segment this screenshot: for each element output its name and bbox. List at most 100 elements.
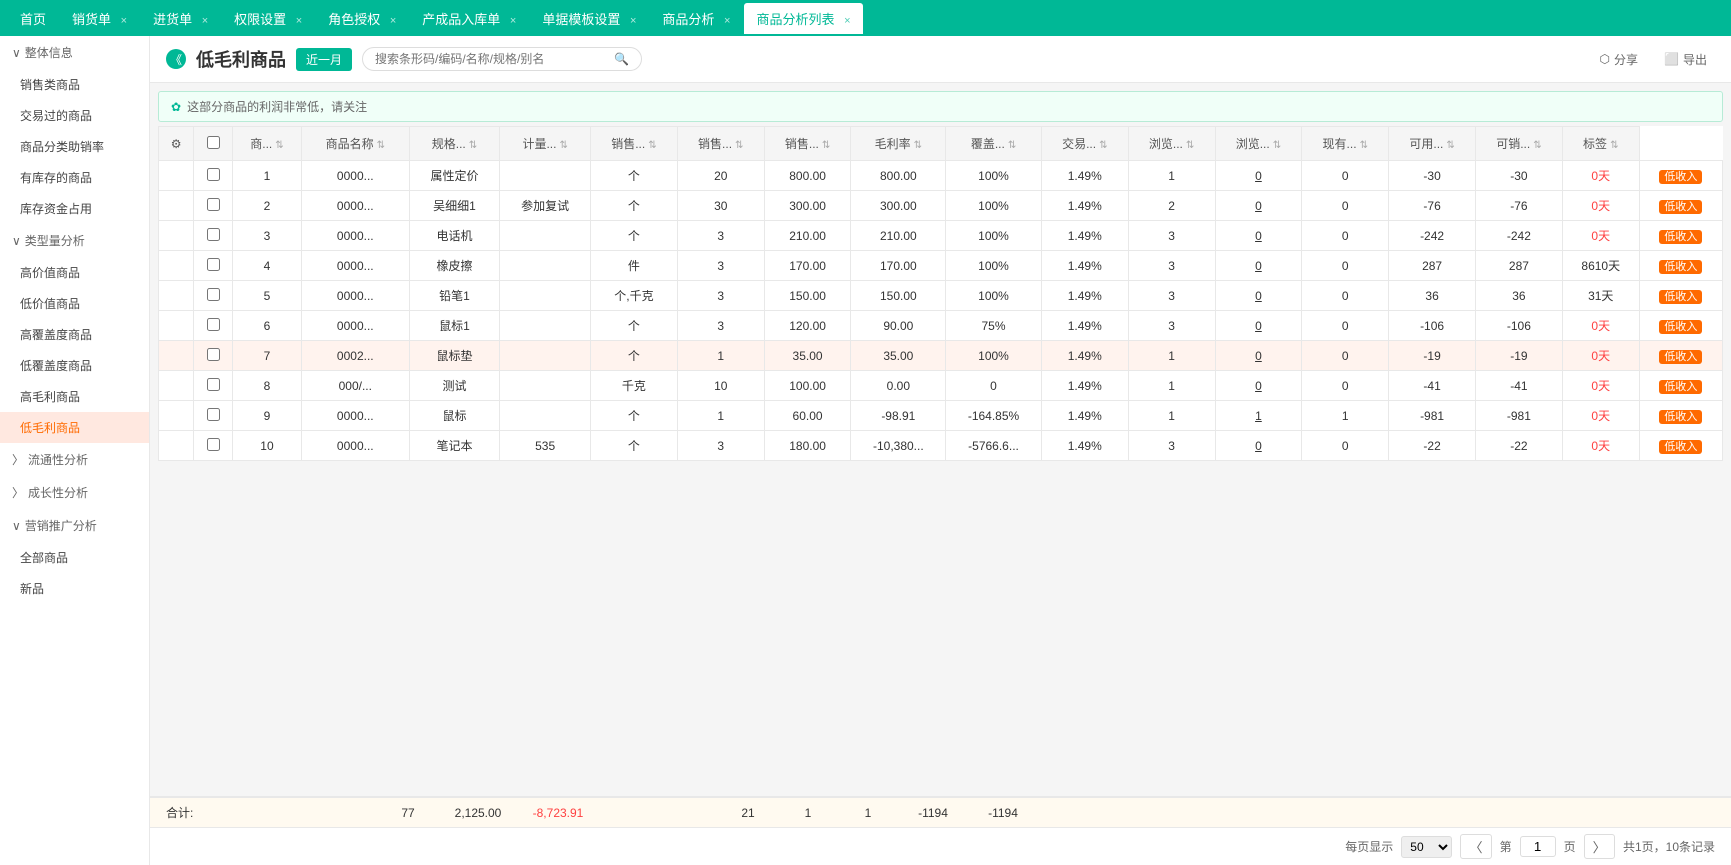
row-browse1[interactable]: 1	[1215, 401, 1302, 431]
row-select-checkbox[interactable]	[207, 168, 220, 181]
col-salable[interactable]: 可销...⇅	[1476, 127, 1563, 161]
row-select-checkbox[interactable]	[207, 288, 220, 301]
table-row: 9 0000... 鼠标 个 1 60.00 -98.91 -164.85% 1…	[159, 401, 1723, 431]
row-select-checkbox[interactable]	[207, 408, 220, 421]
col-tag[interactable]: 标签⇅	[1562, 127, 1639, 161]
nav-product-analysis-list[interactable]: 商品分析列表 ×	[744, 3, 862, 34]
close-icon[interactable]: ×	[390, 15, 396, 27]
row-select-checkbox[interactable]	[207, 198, 220, 211]
col-name[interactable]: 商品名称⇅	[301, 127, 409, 161]
row-select-checkbox[interactable]	[207, 348, 220, 361]
nav-home[interactable]: 首页	[8, 3, 58, 34]
row-select-checkbox[interactable]	[207, 378, 220, 391]
nav-permission[interactable]: 权限设置 ×	[222, 3, 314, 34]
next-page-button[interactable]: 〉	[1584, 834, 1615, 859]
row-checkbox[interactable]	[194, 311, 233, 341]
collapse-sidebar-button[interactable]: 《	[166, 49, 186, 69]
row-available: -22	[1476, 431, 1563, 461]
page-number-input[interactable]	[1520, 836, 1556, 857]
sidebar-group-overall[interactable]: ∨ 整体信息	[0, 36, 149, 69]
close-icon[interactable]: ×	[510, 15, 516, 27]
search-box[interactable]: 🔍	[362, 47, 642, 71]
sidebar-item-high-margin[interactable]: 高毛利商品	[0, 381, 149, 412]
sidebar-item-low-value[interactable]: 低价值商品	[0, 288, 149, 319]
sidebar-group-growth[interactable]: 〉 成长性分析	[0, 476, 149, 509]
col-checkbox[interactable]	[194, 127, 233, 161]
sidebar-item-all-goods[interactable]: 全部商品	[0, 542, 149, 573]
row-browse1[interactable]: 0	[1215, 221, 1302, 251]
col-settings[interactable]: ⚙	[159, 127, 194, 161]
row-browse1[interactable]: 0	[1215, 371, 1302, 401]
sidebar-item-stock-capital[interactable]: 库存资金占用	[0, 193, 149, 224]
close-icon[interactable]: ×	[630, 15, 636, 27]
col-code[interactable]: 商...⇅	[232, 127, 301, 161]
row-checkbox[interactable]	[194, 281, 233, 311]
row-select-checkbox[interactable]	[207, 228, 220, 241]
row-checkbox[interactable]	[194, 161, 233, 191]
data-table-container[interactable]: ⚙ 商...⇅ 商品名称⇅ 规格...⇅ 计量...⇅ 销售...⇅ 销售...…	[158, 126, 1723, 796]
row-browse1[interactable]: 0	[1215, 341, 1302, 371]
col-transaction[interactable]: 交易...⇅	[1041, 127, 1128, 161]
row-browse1[interactable]: 0	[1215, 311, 1302, 341]
row-checkbox[interactable]	[194, 431, 233, 461]
close-icon[interactable]: ×	[202, 15, 208, 27]
select-all-checkbox[interactable]	[207, 136, 220, 149]
row-checkbox[interactable]	[194, 401, 233, 431]
sidebar-group-circulation[interactable]: 〉 流通性分析	[0, 443, 149, 476]
export-button[interactable]: ⬜ 导出	[1656, 47, 1715, 72]
row-transaction: 3	[1128, 431, 1215, 461]
sidebar-item-high-value[interactable]: 高价值商品	[0, 257, 149, 288]
sidebar-item-stocked-goods[interactable]: 有库存的商品	[0, 162, 149, 193]
sidebar-item-traded-goods[interactable]: 交易过的商品	[0, 100, 149, 131]
col-sale-qty[interactable]: 销售...⇅	[591, 127, 678, 161]
row-checkbox[interactable]	[194, 251, 233, 281]
row-select-checkbox[interactable]	[207, 438, 220, 451]
nav-product-analysis[interactable]: 商品分析 ×	[650, 3, 742, 34]
close-icon[interactable]: ×	[296, 15, 302, 27]
sidebar-group-type-analysis[interactable]: ∨ 类型量分析	[0, 224, 149, 257]
close-icon[interactable]: ×	[844, 15, 850, 27]
nav-purchase-order[interactable]: 进货单 ×	[141, 3, 220, 34]
sidebar-item-high-coverage[interactable]: 高覆盖度商品	[0, 319, 149, 350]
row-checkbox[interactable]	[194, 221, 233, 251]
row-select-checkbox[interactable]	[207, 318, 220, 331]
nav-role-auth[interactable]: 角色授权 ×	[316, 3, 408, 34]
row-browse1[interactable]: 0	[1215, 161, 1302, 191]
row-browse1[interactable]: 0	[1215, 431, 1302, 461]
row-browse1[interactable]: 0	[1215, 191, 1302, 221]
col-browse1[interactable]: 浏览...⇅	[1128, 127, 1215, 161]
share-button[interactable]: ⬡ 分享	[1592, 47, 1647, 72]
close-icon[interactable]: ×	[724, 15, 730, 27]
col-sale-price[interactable]: 销售...⇅	[677, 127, 764, 161]
sidebar-group-marketing[interactable]: ∨ 营销推广分析	[0, 509, 149, 542]
row-browse1[interactable]: 0	[1215, 281, 1302, 311]
col-unit[interactable]: 计量...⇅	[500, 127, 591, 161]
row-checkbox[interactable]	[194, 341, 233, 371]
prev-page-button[interactable]: 〈	[1460, 834, 1491, 859]
row-select-checkbox[interactable]	[207, 258, 220, 271]
row-checkbox[interactable]	[194, 371, 233, 401]
row-browse1[interactable]: 0	[1215, 251, 1302, 281]
col-spec[interactable]: 规格...⇅	[409, 127, 500, 161]
sidebar-item-new-goods[interactable]: 新品	[0, 573, 149, 604]
sidebar-item-low-margin[interactable]: 低毛利商品	[0, 412, 149, 443]
row-gross-margin: 100%	[946, 161, 1042, 191]
col-gross-margin[interactable]: 毛利率⇅	[851, 127, 946, 161]
col-browse2[interactable]: 浏览...⇅	[1215, 127, 1302, 161]
period-button[interactable]: 近一月	[296, 48, 352, 71]
row-checkbox[interactable]	[194, 191, 233, 221]
search-icon[interactable]: 🔍	[614, 52, 629, 66]
search-input[interactable]	[375, 52, 608, 66]
nav-sales-order[interactable]: 销货单 ×	[60, 3, 139, 34]
nav-template-settings[interactable]: 单据模板设置 ×	[530, 3, 648, 34]
col-coverage[interactable]: 覆盖...⇅	[946, 127, 1042, 161]
col-sale-amount[interactable]: 销售...⇅	[764, 127, 851, 161]
sidebar-item-low-coverage[interactable]: 低覆盖度商品	[0, 350, 149, 381]
col-available[interactable]: 可用...⇅	[1389, 127, 1476, 161]
close-icon[interactable]: ×	[121, 15, 127, 27]
sidebar-item-category-sales-rate[interactable]: 商品分类助销率	[0, 131, 149, 162]
per-page-select[interactable]: 50 20 100	[1401, 836, 1452, 858]
col-current-stock[interactable]: 现有...⇅	[1302, 127, 1389, 161]
nav-product-entry[interactable]: 产成品入库单 ×	[410, 3, 528, 34]
sidebar-item-sales-goods[interactable]: 销售类商品	[0, 69, 149, 100]
